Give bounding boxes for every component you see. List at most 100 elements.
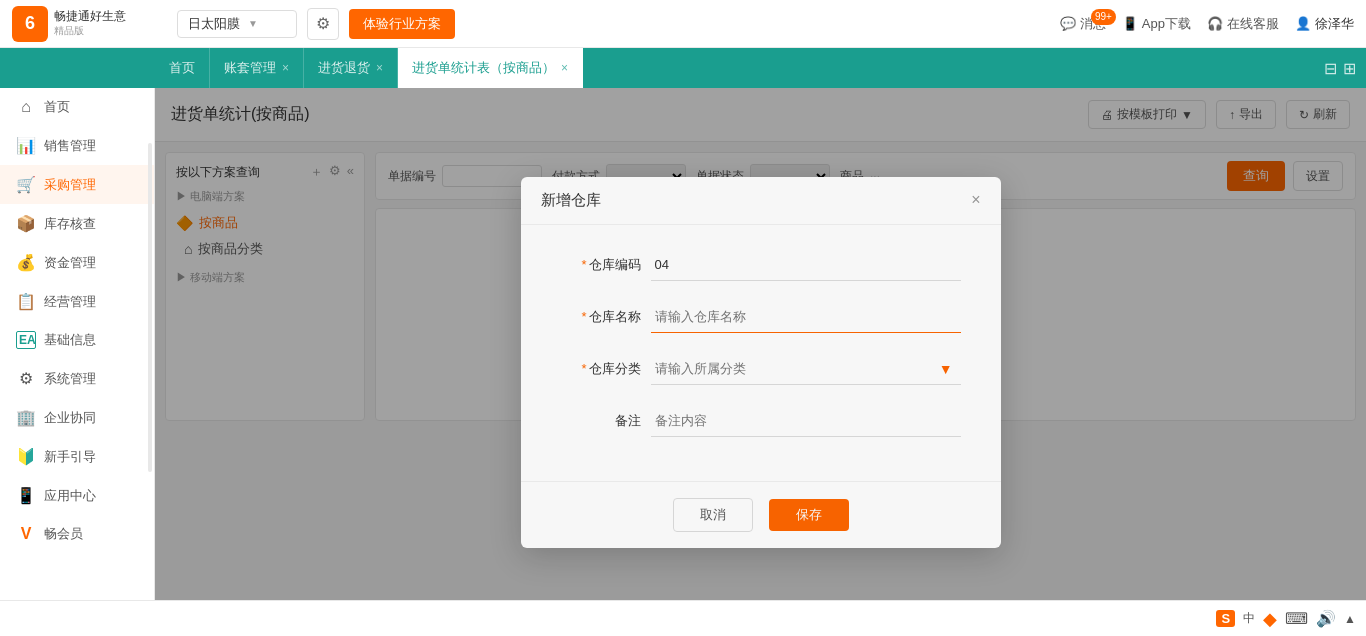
user-icon: 👤: [1295, 16, 1311, 31]
form-row-remark: 备注: [561, 405, 961, 437]
tab-purchase-stat-label: 进货单统计表（按商品）: [412, 59, 555, 77]
sidebar-item-home[interactable]: ⌂ 首页: [0, 88, 154, 126]
tab-bar: 首页 账套管理 × 进货退货 × 进货单统计表（按商品） × ⊟ ⊞: [0, 48, 1366, 88]
enterprise-icon: 🏢: [16, 408, 36, 427]
sidebar-scrollbar: [148, 143, 152, 472]
warehouse-category-input[interactable]: [651, 353, 961, 385]
inventory-icon: 📦: [16, 214, 36, 233]
sidebar-item-finance-label: 资金管理: [44, 254, 96, 272]
user-name: 徐泽华: [1315, 15, 1354, 33]
trial-button[interactable]: 体验行业方案: [349, 9, 455, 39]
save-button[interactable]: 保存: [769, 499, 849, 531]
chinese-input-icon[interactable]: 中: [1243, 610, 1255, 627]
sidebar-item-vip-label: 畅会员: [44, 525, 83, 543]
finance-icon: 💰: [16, 253, 36, 272]
sidebar-item-system[interactable]: ⚙ 系统管理: [0, 359, 154, 398]
remark-input[interactable]: [651, 405, 961, 437]
logo-area: 6 畅捷通好生意 精品版: [12, 6, 167, 42]
sidebar-item-basicinfo-label: 基础信息: [44, 331, 96, 349]
tab-account-label: 账套管理: [224, 59, 276, 77]
sidebar-item-purchase[interactable]: 🛒 采购管理: [0, 165, 154, 204]
code-label: *仓库编码: [561, 256, 641, 274]
app-name: 畅捷通好生意: [54, 9, 126, 25]
sidebar-item-apps-label: 应用中心: [44, 487, 96, 505]
message-icon: 💬: [1060, 16, 1076, 31]
sidebar-item-guide[interactable]: 🔰 新手引导: [0, 437, 154, 476]
sidebar-item-enterprise-label: 企业协同: [44, 409, 96, 427]
volume-bottom-icon[interactable]: 🔊: [1316, 609, 1336, 628]
modal-body: *仓库编码 *仓库名称 *仓库分类: [521, 225, 1001, 481]
sidebar: ⌂ 首页 📊 销售管理 🛒 采购管理 📦 库存核查 💰 资金管理 📋 经营管理 …: [0, 88, 155, 636]
sidebar-item-sales-label: 销售管理: [44, 137, 96, 155]
name-label: *仓库名称: [561, 308, 641, 326]
settings-button[interactable]: ⚙: [307, 8, 339, 40]
basicinfo-icon: EA: [16, 331, 36, 349]
new-warehouse-modal: 新增仓库 × *仓库编码 *仓库名称: [521, 177, 1001, 548]
sidebar-item-vip[interactable]: V 畅会员: [0, 515, 154, 553]
code-required: *: [581, 257, 586, 272]
arrow-down-icon[interactable]: ▲: [1344, 612, 1356, 626]
tab-account-close[interactable]: ×: [282, 61, 289, 75]
app-download-button[interactable]: 📱 App下载: [1122, 15, 1191, 33]
tab-purchase-stat[interactable]: 进货单统计表（按商品） ×: [398, 48, 583, 88]
user-menu[interactable]: 👤 徐泽华: [1295, 15, 1354, 33]
tab-purchase-return-close[interactable]: ×: [376, 61, 383, 75]
sidebar-item-apps[interactable]: 📱 应用中心: [0, 476, 154, 515]
modal-close-button[interactable]: ×: [971, 191, 980, 209]
home-icon: ⌂: [16, 98, 36, 116]
sidebar-item-finance[interactable]: 💰 资金管理: [0, 243, 154, 282]
warehouse-code-input[interactable]: [651, 249, 961, 281]
sidebar-item-operations-label: 经营管理: [44, 293, 96, 311]
tab-minimize-button[interactable]: ⊟: [1324, 59, 1337, 78]
tab-purchase-return[interactable]: 进货退货 ×: [304, 48, 398, 88]
store-name: 日太阳膜: [188, 15, 240, 33]
messages-button[interactable]: 💬 消息 99+: [1060, 15, 1106, 33]
warehouse-name-input[interactable]: [651, 301, 961, 333]
sales-icon: 📊: [16, 136, 36, 155]
sidebar-item-basicinfo[interactable]: EA 基础信息: [0, 321, 154, 359]
gear-icon: ⚙: [316, 14, 330, 33]
name-required: *: [581, 309, 586, 324]
tab-actions: ⊟ ⊞: [1324, 59, 1366, 78]
purchase-icon: 🛒: [16, 175, 36, 194]
apps-icon: 📱: [16, 486, 36, 505]
app-badge: 精品版: [54, 24, 126, 38]
category-required: *: [581, 361, 586, 376]
sidebar-item-operations[interactable]: 📋 经营管理: [0, 282, 154, 321]
dot-icon: ◆: [1263, 608, 1277, 630]
main-content: 进货单统计(按商品) 🖨 按模板打印 ▼ ↑ 导出 ↻ 刷新: [155, 88, 1366, 636]
tab-home[interactable]: 首页: [155, 48, 210, 88]
modal-overlay: 新增仓库 × *仓库编码 *仓库名称: [155, 88, 1366, 636]
vip-icon: V: [16, 525, 36, 543]
tab-purchase-stat-close[interactable]: ×: [561, 61, 568, 75]
cancel-button[interactable]: 取消: [673, 498, 753, 532]
category-label: *仓库分类: [561, 360, 641, 378]
tab-maximize-button[interactable]: ⊞: [1343, 59, 1356, 78]
form-row-category: *仓库分类 ▼: [561, 353, 961, 385]
guide-icon: 🔰: [16, 447, 36, 466]
phone-icon: 📱: [1122, 16, 1138, 31]
top-header: 6 畅捷通好生意 精品版 日太阳膜 ▼ ⚙ 体验行业方案 💬 消息 99+ 📱 …: [0, 0, 1366, 48]
form-row-code: *仓库编码: [561, 249, 961, 281]
tab-account[interactable]: 账套管理 ×: [210, 48, 304, 88]
keyboard-icon[interactable]: ⌨: [1285, 609, 1308, 628]
store-selector[interactable]: 日太阳膜 ▼: [177, 10, 297, 38]
bottom-bar: S 中 ◆ ⌨ 🔊 ▲: [0, 600, 1366, 636]
sidebar-item-inventory-label: 库存核查: [44, 215, 96, 233]
online-service-button[interactable]: 🎧 在线客服: [1207, 15, 1279, 33]
store-arrow-icon: ▼: [248, 18, 258, 29]
main-layout: ⌂ 首页 📊 销售管理 🛒 采购管理 📦 库存核查 💰 资金管理 📋 经营管理 …: [0, 88, 1366, 636]
modal-header: 新增仓库 ×: [521, 177, 1001, 225]
remark-label: 备注: [561, 412, 641, 430]
sidebar-item-home-label: 首页: [44, 98, 70, 116]
sidebar-item-guide-label: 新手引导: [44, 448, 96, 466]
sidebar-item-inventory[interactable]: 📦 库存核查: [0, 204, 154, 243]
category-select-wrapper: ▼: [651, 353, 961, 385]
sidebar-item-sales[interactable]: 📊 销售管理: [0, 126, 154, 165]
tab-home-label: 首页: [169, 59, 195, 77]
sidebar-item-system-label: 系统管理: [44, 370, 96, 388]
modal-title: 新增仓库: [541, 191, 601, 210]
headset-icon: 🎧: [1207, 16, 1223, 31]
sidebar-item-enterprise[interactable]: 🏢 企业协同: [0, 398, 154, 437]
system-icon: ⚙: [16, 369, 36, 388]
